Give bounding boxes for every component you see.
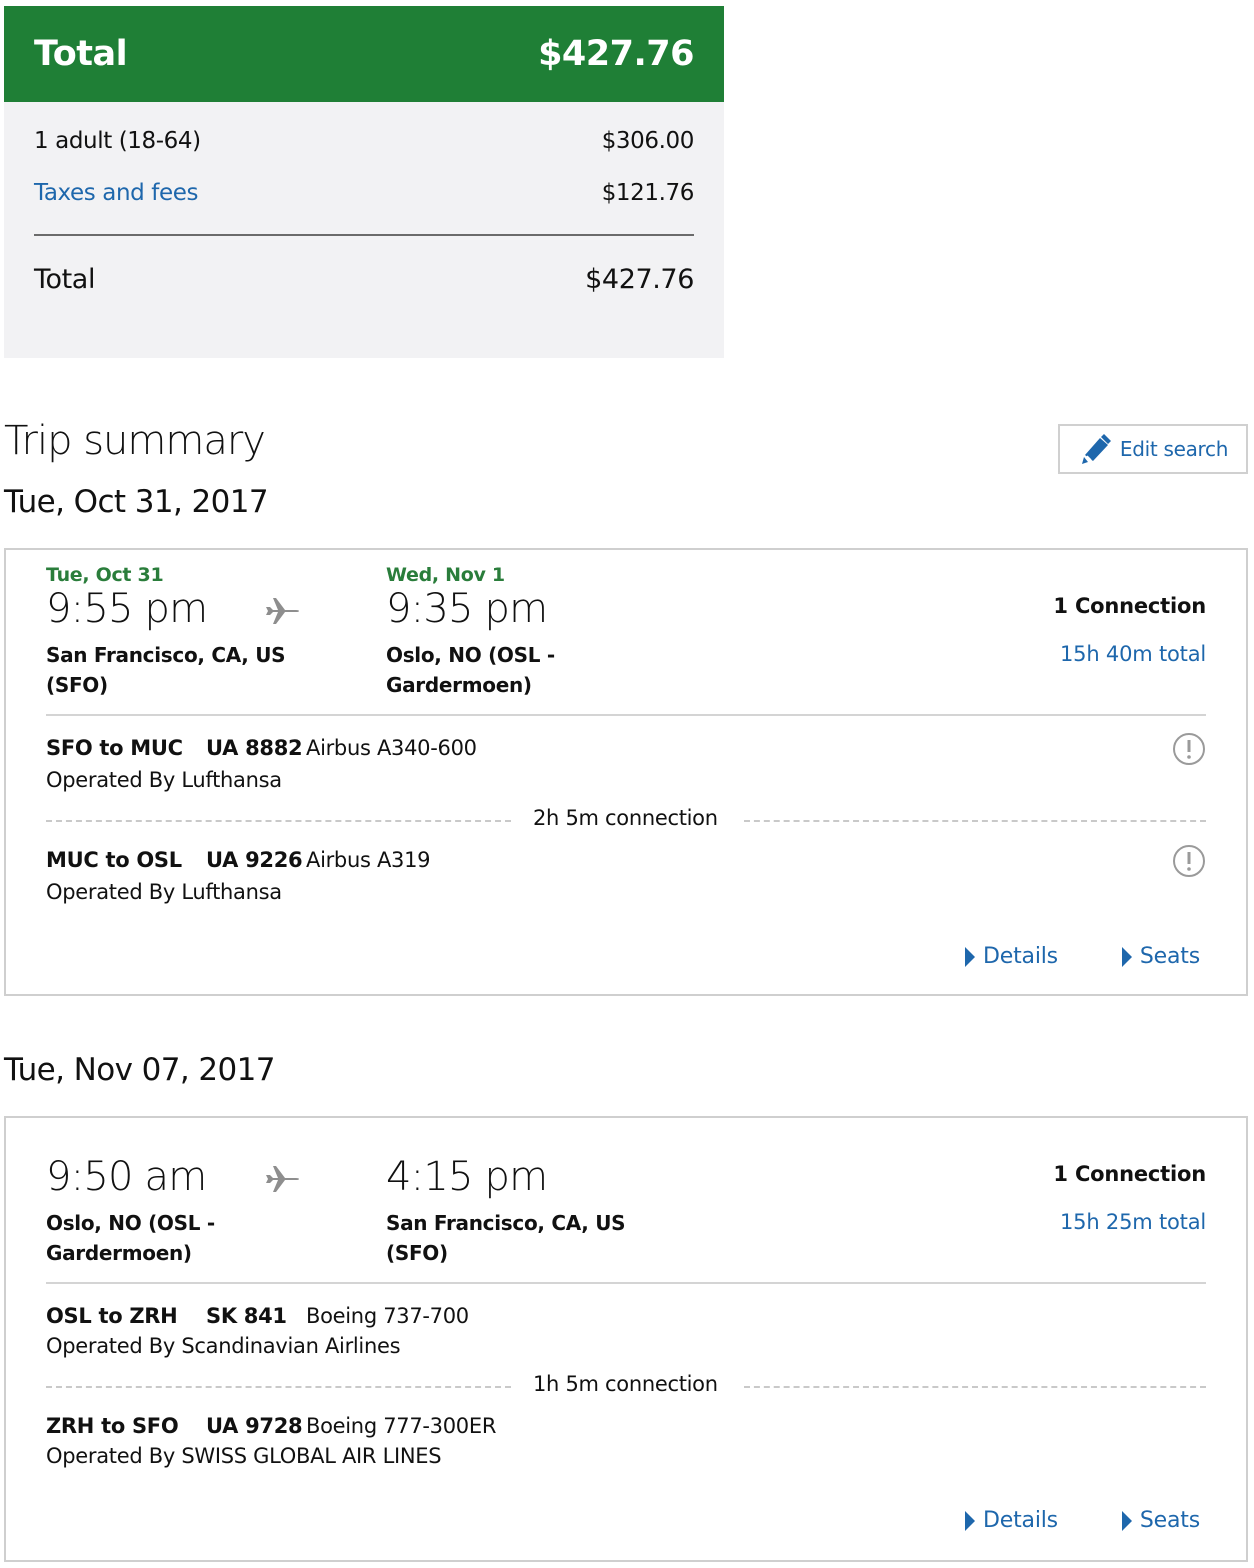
fare-amount: $306.00	[601, 128, 695, 154]
price-header-amount: $427.76	[538, 34, 694, 74]
trip-2-card: 9:50 am Oslo, NO (OSL - Gardermoen) 4:15…	[4, 1116, 1248, 1562]
departure-city: Oslo, NO (OSL - Gardermoen)	[46, 1211, 215, 1265]
operated-by: Operated By Lufthansa	[46, 768, 282, 792]
details-link[interactable]: Details	[965, 944, 1058, 969]
pencil-icon	[1081, 434, 1111, 464]
trip-1-card: Tue, Oct 31 9:55 pm San Francisco, CA, U…	[4, 548, 1248, 996]
trip-1-date-heading: Tue, Oct 31, 2017	[4, 484, 269, 520]
warning-icon[interactable]	[1172, 844, 1206, 878]
aircraft: Boeing 737-700	[306, 1304, 469, 1328]
airplane-icon	[266, 598, 299, 624]
layover-separator: 2h 5m connection	[46, 806, 1206, 836]
operated-by: Operated By Scandinavian Airlines	[46, 1334, 401, 1358]
aircraft: Airbus A340-600	[306, 736, 477, 760]
price-header-label: Total	[34, 34, 128, 74]
taxes-row: Taxes and fees $121.76	[4, 180, 724, 206]
caret-right-icon	[965, 946, 976, 967]
departure-time: 9:55 pm	[46, 586, 208, 632]
dashed-line	[46, 820, 511, 822]
warning-icon[interactable]	[1172, 732, 1206, 766]
departure-date: Tue, Oct 31	[46, 564, 164, 586]
details-link[interactable]: Details	[965, 1508, 1058, 1533]
price-divider	[34, 234, 694, 236]
layover-duration: 1h 5m connection	[533, 1372, 718, 1396]
flight-number: UA 9728	[206, 1414, 303, 1438]
trip-summary-title: Trip summary	[4, 418, 266, 464]
taxes-and-fees-link[interactable]: Taxes and fees	[34, 180, 198, 206]
card-divider	[46, 1282, 1206, 1284]
caret-right-icon	[965, 1510, 976, 1531]
layover-separator: 1h 5m connection	[46, 1372, 1206, 1402]
arrival-time: 9:35 pm	[386, 586, 548, 632]
total-duration[interactable]: 15h 25m total	[1060, 1210, 1206, 1234]
edit-search-button[interactable]: Edit search	[1058, 424, 1248, 474]
arrival-city: Oslo, NO (OSL - Gardermoen)	[386, 643, 555, 697]
segment-route: ZRH to SFO	[46, 1414, 179, 1438]
operated-by: Operated By SWISS GLOBAL AIR LINES	[46, 1444, 442, 1468]
total-label: Total	[34, 264, 96, 295]
caret-right-icon	[1121, 946, 1132, 967]
connection-count: 1 Connection	[1053, 594, 1206, 618]
seats-link[interactable]: Seats	[1121, 1508, 1200, 1533]
operated-by: Operated By Lufthansa	[46, 880, 282, 904]
flight-number: UA 8882	[206, 736, 303, 760]
dashed-line	[46, 1386, 511, 1388]
fare-label: 1 adult (18-64)	[34, 128, 201, 154]
segment-route: OSL to ZRH	[46, 1304, 178, 1328]
trip-2-date-heading: Tue, Nov 07, 2017	[4, 1052, 275, 1088]
dashed-line	[744, 820, 1206, 822]
segment-route: SFO to MUC	[46, 736, 183, 760]
layover-duration: 2h 5m connection	[533, 806, 718, 830]
edit-search-label: Edit search	[1119, 437, 1229, 461]
total-row: Total $427.76	[4, 264, 724, 295]
price-header: Total $427.76	[4, 6, 724, 102]
dashed-line	[744, 1386, 1206, 1388]
price-summary: Total $427.76 1 adult (18-64) $306.00 Ta…	[4, 6, 724, 358]
card-divider	[46, 714, 1206, 716]
arrival-time: 4:15 pm	[386, 1154, 548, 1200]
flight-number: UA 9226	[206, 848, 303, 872]
arrival-city: San Francisco, CA, US (SFO)	[386, 1211, 626, 1265]
taxes-amount: $121.76	[601, 180, 695, 206]
aircraft: Boeing 777-300ER	[306, 1414, 497, 1438]
fare-row: 1 adult (18-64) $306.00	[4, 128, 724, 180]
departure-time: 9:50 am	[46, 1154, 207, 1200]
arrival-date: Wed, Nov 1	[386, 564, 505, 586]
airplane-icon	[266, 1166, 299, 1192]
caret-right-icon	[1121, 1510, 1132, 1531]
flight-number: SK 841	[206, 1304, 287, 1328]
seats-link[interactable]: Seats	[1121, 944, 1200, 969]
aircraft: Airbus A319	[306, 848, 431, 872]
total-amount: $427.76	[585, 264, 694, 295]
total-duration[interactable]: 15h 40m total	[1060, 642, 1206, 666]
segment-route: MUC to OSL	[46, 848, 182, 872]
card-links: Details Seats	[965, 944, 1200, 969]
departure-city: San Francisco, CA, US (SFO)	[46, 643, 286, 697]
card-links: Details Seats	[965, 1508, 1200, 1533]
connection-count: 1 Connection	[1053, 1162, 1206, 1186]
